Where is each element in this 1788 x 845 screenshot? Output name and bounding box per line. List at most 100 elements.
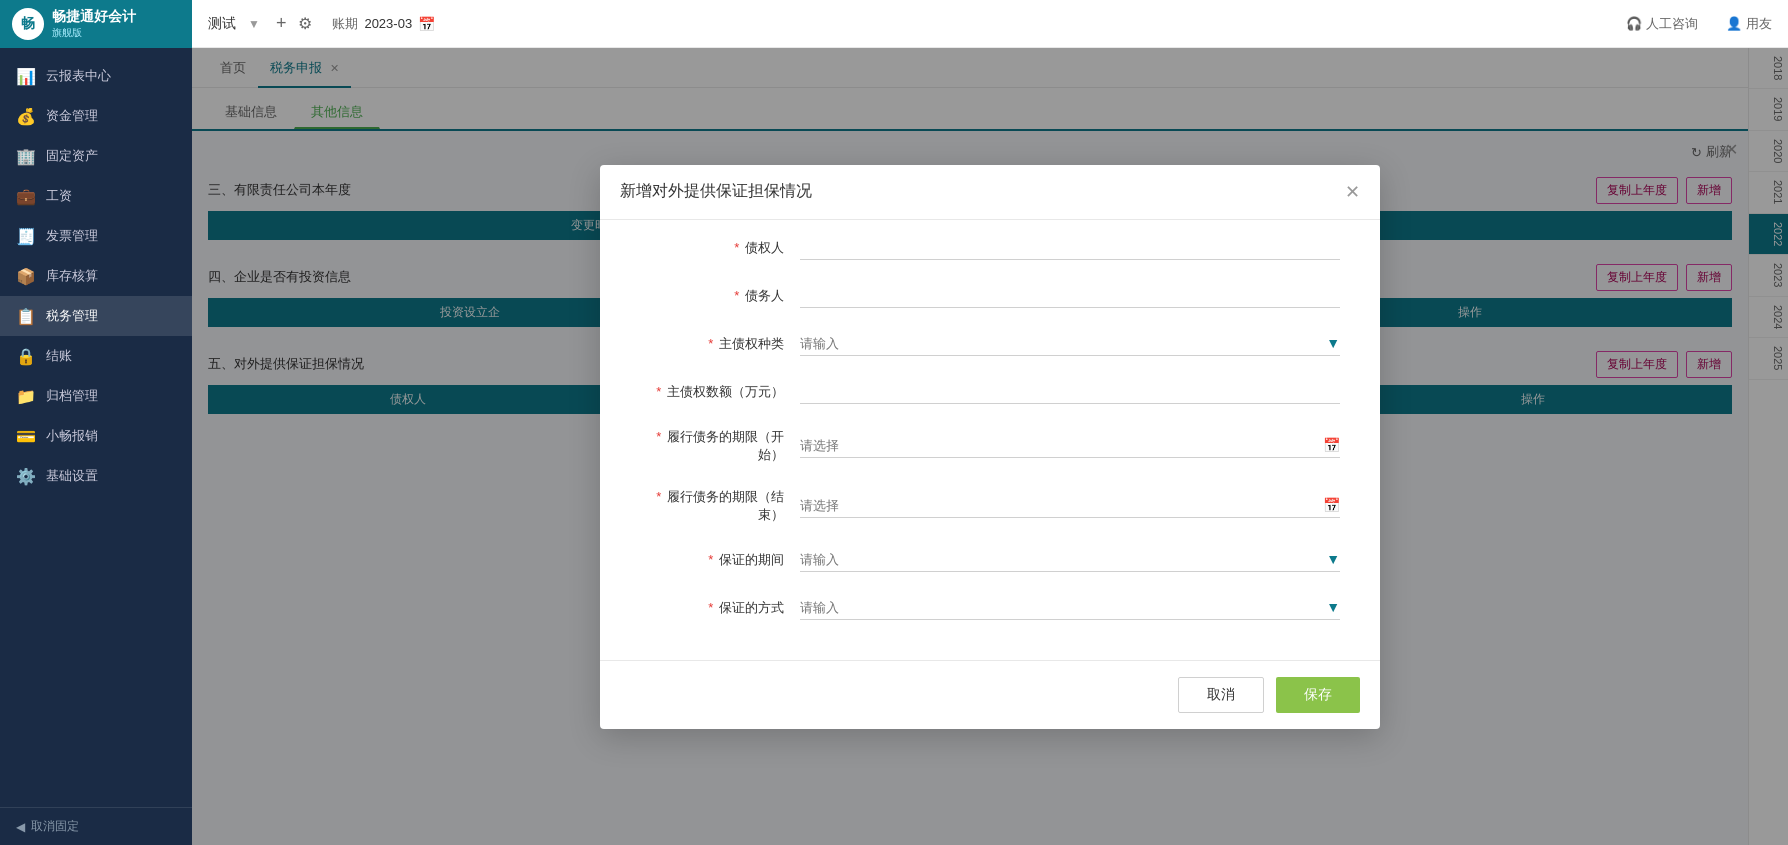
sidebar-item-label: 工资	[46, 187, 72, 205]
claim-type-select[interactable]: ▼	[800, 332, 1340, 356]
claim-amount-input[interactable]	[800, 380, 1340, 404]
calendar-start-icon: 📅	[1323, 437, 1340, 453]
modal-title: 新增对外提供保证担保情况	[620, 181, 812, 202]
app-title: 畅捷通好会计	[52, 8, 136, 26]
calendar-end-icon: 📅	[1323, 497, 1340, 513]
creditor-input[interactable]	[800, 236, 1340, 260]
modal: 新增对外提供保证担保情况 ✕ * 债权人	[600, 165, 1380, 729]
fixed-assets-icon: 🏢	[16, 146, 36, 166]
period-label: 账期	[332, 15, 358, 33]
archive-icon: 📁	[16, 386, 36, 406]
service-label: 人工咨询	[1646, 15, 1698, 33]
modal-body: * 债权人 * 债务人	[600, 220, 1380, 660]
field-creditor: * 债权人	[640, 236, 1340, 260]
expense-icon: 💳	[16, 426, 36, 446]
sidebar-item-label: 税务管理	[46, 307, 98, 325]
settings-icon: ⚙️	[16, 466, 36, 486]
guarantee-period-input[interactable]	[800, 548, 1326, 571]
sidebar-item-expense[interactable]: 💳 小畅报销	[0, 416, 192, 456]
sidebar-item-label: 云报表中心	[46, 67, 111, 85]
field-period-start: * 履行债务的期限（开始） 📅	[640, 428, 1340, 464]
user-menu[interactable]: 👤 用友	[1726, 15, 1772, 33]
service-button[interactable]: 🎧 人工咨询	[1626, 15, 1698, 33]
cloud-report-icon: 📊	[16, 66, 36, 86]
period-end-date[interactable]: 📅	[800, 494, 1340, 518]
sidebar-item-finance[interactable]: 💰 资金管理	[0, 96, 192, 136]
field-period-end: * 履行债务的期限（结束） 📅	[640, 488, 1340, 524]
sidebar-item-label: 基础设置	[46, 467, 98, 485]
field-guarantee-period: * 保证的期间 ▼	[640, 548, 1340, 572]
sidebar: 畅 畅捷通好会计 旗舰版 📊 云报表中心 💰 资金管理 🏢 固定资产 💼	[0, 0, 192, 845]
calendar-icon[interactable]: 📅	[418, 16, 435, 32]
modal-close-icon[interactable]: ✕	[1345, 181, 1360, 203]
finance-icon: 💰	[16, 106, 36, 126]
field-debtor: * 债务人	[640, 284, 1340, 308]
sidebar-item-payroll[interactable]: 💼 工资	[0, 176, 192, 216]
main-area: 测试 ▼ + ⚙ 账期 2023-03 📅 🎧 人工咨询 👤 用友	[192, 0, 1788, 845]
modal-footer: 取消 保存	[600, 660, 1380, 729]
cancel-pin-label: 取消固定	[31, 818, 79, 835]
claim-type-chevron-icon: ▼	[1326, 335, 1340, 351]
sidebar-item-invoice[interactable]: 🧾 发票管理	[0, 216, 192, 256]
field-claim-type: * 主债权种类 ▼	[640, 332, 1340, 356]
debtor-label: * 债务人	[640, 287, 800, 305]
close-account-icon: 🔒	[16, 346, 36, 366]
guarantee-period-chevron-icon: ▼	[1326, 551, 1340, 567]
modal-overlay: 新增对外提供保证担保情况 ✕ * 债权人	[192, 48, 1788, 845]
company-chevron-icon[interactable]: ▼	[248, 17, 260, 31]
field-guarantee-method: * 保证的方式 ▼	[640, 596, 1340, 620]
sidebar-item-fixed-assets[interactable]: 🏢 固定资产	[0, 136, 192, 176]
period-selector: 账期 2023-03 📅	[332, 15, 435, 33]
sidebar-header: 畅 畅捷通好会计 旗舰版	[0, 0, 192, 48]
sidebar-item-label: 归档管理	[46, 387, 98, 405]
field-claim-amount: * 主债权数额（万元）	[640, 380, 1340, 404]
company-name: 测试	[208, 15, 236, 33]
sidebar-item-archive[interactable]: 📁 归档管理	[0, 376, 192, 416]
cancel-button[interactable]: 取消	[1178, 677, 1264, 713]
invoice-icon: 🧾	[16, 226, 36, 246]
user-icon: 👤	[1726, 16, 1742, 31]
sidebar-item-close[interactable]: 🔒 结账	[0, 336, 192, 376]
modal-header: 新增对外提供保证担保情况 ✕	[600, 165, 1380, 220]
claim-amount-label: * 主债权数额（万元）	[640, 383, 800, 401]
sidebar-item-label: 库存核算	[46, 267, 98, 285]
guarantee-period-label: * 保证的期间	[640, 551, 800, 569]
period-start-input[interactable]	[800, 434, 1323, 457]
period-end-label: * 履行债务的期限（结束）	[640, 488, 800, 524]
app-edition: 旗舰版	[52, 26, 136, 40]
period-value: 2023-03	[364, 16, 412, 31]
user-label: 用友	[1746, 15, 1772, 33]
debtor-input[interactable]	[800, 284, 1340, 308]
sidebar-footer[interactable]: ◀ 取消固定	[0, 807, 192, 845]
gear-icon[interactable]: ⚙	[298, 14, 312, 33]
sidebar-nav: 📊 云报表中心 💰 资金管理 🏢 固定资产 💼 工资 🧾 发票管理 📦	[0, 48, 192, 807]
guarantee-period-select[interactable]: ▼	[800, 548, 1340, 572]
guarantee-method-chevron-icon: ▼	[1326, 599, 1340, 615]
save-button[interactable]: 保存	[1276, 677, 1360, 713]
sidebar-item-settings[interactable]: ⚙️ 基础设置	[0, 456, 192, 496]
sidebar-item-label: 小畅报销	[46, 427, 98, 445]
sidebar-item-label: 发票管理	[46, 227, 98, 245]
guarantee-method-label: * 保证的方式	[640, 599, 800, 617]
sidebar-item-label: 结账	[46, 347, 72, 365]
period-start-date[interactable]: 📅	[800, 434, 1340, 458]
content-area: 首页 税务申报 ✕ 基础信息 其他信息 ↻	[192, 48, 1788, 845]
topbar: 测试 ▼ + ⚙ 账期 2023-03 📅 🎧 人工咨询 👤 用友	[192, 0, 1788, 48]
sidebar-item-label: 资金管理	[46, 107, 98, 125]
claim-type-label: * 主债权种类	[640, 335, 800, 353]
sidebar-item-tax[interactable]: 📋 税务管理	[0, 296, 192, 336]
add-icon[interactable]: +	[276, 13, 287, 34]
period-end-input[interactable]	[800, 494, 1323, 517]
sidebar-item-inventory[interactable]: 📦 库存核算	[0, 256, 192, 296]
period-start-label: * 履行债务的期限（开始）	[640, 428, 800, 464]
pin-icon: ◀	[16, 820, 25, 834]
app-logo: 畅	[12, 8, 44, 40]
headset-icon: 🎧	[1626, 16, 1642, 31]
payroll-icon: 💼	[16, 186, 36, 206]
sidebar-item-label: 固定资产	[46, 147, 98, 165]
creditor-label: * 债权人	[640, 239, 800, 257]
guarantee-method-select[interactable]: ▼	[800, 596, 1340, 620]
sidebar-item-cloud-report[interactable]: 📊 云报表中心	[0, 56, 192, 96]
claim-type-input[interactable]	[800, 332, 1326, 355]
guarantee-method-input[interactable]	[800, 596, 1326, 619]
